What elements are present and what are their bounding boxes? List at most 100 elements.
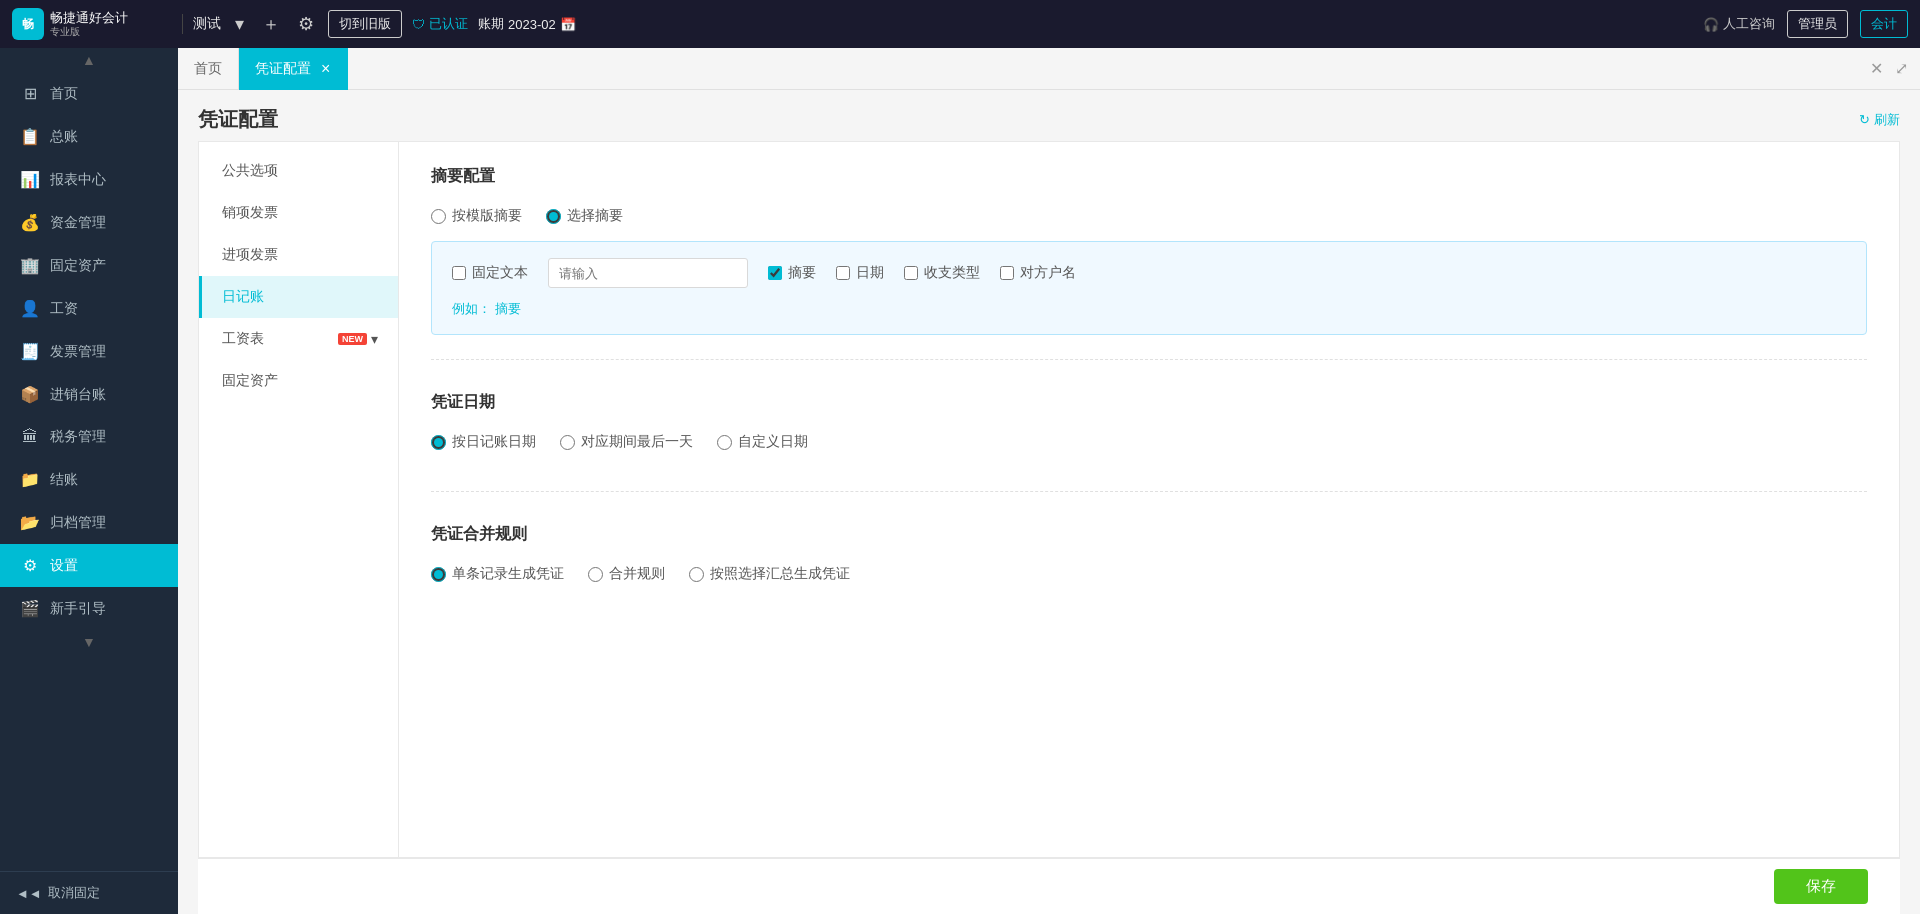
sidebar: ▲ ⊞ 首页 📋 总账 📊 报表中心 💰 资金管理 🏢 固定资产 [0,48,178,914]
workspace-dropdown-button[interactable]: ▾ [231,9,248,39]
sidebar-label-invoice: 发票管理 [50,343,106,361]
income-expense-checkbox[interactable] [904,266,918,280]
sidebar-scroll-down[interactable]: ▼ [0,630,178,654]
summary-section-title: 摘要配置 [431,166,1867,187]
tab-bar: 首页 凭证配置 × ✕ ⤢ [178,48,1920,90]
accountant-button[interactable]: 会计 [1860,10,1908,38]
refresh-button[interactable]: ↻ 刷新 [1859,111,1900,129]
merge-radio-summary[interactable]: 按照选择汇总生成凭证 [689,565,850,583]
summary-config-box: 固定文本 摘要 日期 [431,241,1867,335]
save-button[interactable]: 保存 [1774,869,1868,904]
tab-close-button[interactable]: × [319,61,332,77]
nav-item-sales-invoice[interactable]: 销项发票 [199,192,398,234]
summary-radio-select-input[interactable] [546,209,561,224]
tab-home[interactable]: 首页 [178,48,239,90]
summary-config-row: 固定文本 摘要 日期 [452,258,1846,288]
content-area: 首页 凭证配置 × ✕ ⤢ 凭证配置 ↻ 刷新 [178,48,1920,914]
date-checkbox-span: 日期 [856,264,884,282]
income-expense-span: 收支类型 [924,264,980,282]
sidebar-item-home[interactable]: ⊞ 首页 [0,72,178,115]
new-badge: NEW [338,333,367,345]
summary-radio-template[interactable]: 按模版摘要 [431,207,522,225]
merge-radio-single-input[interactable] [431,567,446,582]
logo-title: 畅捷通好会计 [50,10,128,26]
sidebar-item-reports[interactable]: 📊 报表中心 [0,158,178,201]
nav-item-journal[interactable]: 日记账 [199,276,398,318]
sidebar-item-tax[interactable]: 🏛 税务管理 [0,416,178,458]
date-radio-journal[interactable]: 按日记账日期 [431,433,536,451]
settings-button[interactable]: ⚙ [294,9,318,39]
top-right-area: 🎧 人工咨询 管理员 会计 [1703,10,1908,38]
sidebar-item-funds[interactable]: 💰 资金管理 [0,201,178,244]
summary-radio-template-input[interactable] [431,209,446,224]
date-radio-custom[interactable]: 自定义日期 [717,433,808,451]
tab-voucher-config[interactable]: 凭证配置 × [239,48,348,90]
logo-text: 畅捷通好会计 专业版 [50,10,128,38]
merge-radio-summary-label: 按照选择汇总生成凭证 [710,565,850,583]
calendar-icon[interactable]: 📅 [560,17,576,32]
date-checkbox[interactable] [836,266,850,280]
bottom-bar: 保存 [198,858,1900,914]
cancel-fixed-button[interactable]: ◄◄ 取消固定 [0,872,178,914]
nav-item-public[interactable]: 公共选项 [199,150,398,192]
date-checkbox-label[interactable]: 日期 [836,264,884,282]
sidebar-item-salary[interactable]: 👤 工资 [0,287,178,330]
merge-radio-single[interactable]: 单条记录生成凭证 [431,565,564,583]
payroll-extras: NEW ▾ [338,331,378,347]
tab-close-all-button[interactable]: ✕ [1866,55,1887,82]
date-radio-last-day[interactable]: 对应期间最后一天 [560,433,693,451]
tab-bar-right: ✕ ⤢ [1866,55,1920,82]
sidebar-item-settings[interactable]: ⚙ 设置 [0,544,178,587]
merge-radio-rules-input[interactable] [588,567,603,582]
date-radio-journal-input[interactable] [431,435,446,450]
date-radio-last-day-input[interactable] [560,435,575,450]
consult-button[interactable]: 🎧 人工咨询 [1703,15,1775,33]
fixed-text-checkbox[interactable] [452,266,466,280]
merge-section: 凭证合并规则 单条记录生成凭证 合并规则 [431,524,1867,623]
nav-item-purchase-invoice[interactable]: 进项发票 [199,234,398,276]
sidebar-label-sales: 进销台账 [50,386,106,404]
add-workspace-button[interactable]: ＋ [258,8,284,40]
date-radio-journal-label: 按日记账日期 [452,433,536,451]
sidebar-item-guide[interactable]: 🎬 新手引导 [0,587,178,630]
sidebar-scroll-up[interactable]: ▲ [0,48,178,72]
sidebar-item-ledger[interactable]: 📋 总账 [0,115,178,158]
sidebar-item-close[interactable]: 📁 结账 [0,458,178,501]
counterpart-checkbox[interactable] [1000,266,1014,280]
main-layout: 公共选项 销项发票 进项发票 日记账 工资表 NEW ▾ [198,141,1900,858]
page-title: 凭证配置 [198,106,278,133]
fixed-text-input[interactable] [548,258,748,288]
switch-old-button[interactable]: 切到旧版 [328,10,402,38]
sidebar-item-sales[interactable]: 📦 进销台账 [0,373,178,416]
tab-expand-button[interactable]: ⤢ [1891,55,1912,82]
summary-checkbox-span: 摘要 [788,264,816,282]
merge-radio-summary-input[interactable] [689,567,704,582]
payroll-arrow-icon: ▾ [371,331,378,347]
funds-icon: 💰 [20,213,40,232]
summary-radio-select[interactable]: 选择摘要 [546,207,623,225]
summary-checkbox-label[interactable]: 摘要 [768,264,816,282]
refresh-icon: ↻ [1859,112,1870,127]
sidebar-label-archive: 归档管理 [50,514,106,532]
sidebar-bottom: ◄◄ 取消固定 [0,871,178,914]
date-radio-custom-input[interactable] [717,435,732,450]
sidebar-label-home: 首页 [50,85,78,103]
sidebar-item-invoice[interactable]: 🧾 发票管理 [0,330,178,373]
merge-section-title: 凭证合并规则 [431,524,1867,545]
merge-radio-rules[interactable]: 合并规则 [588,565,665,583]
active-tab-label: 凭证配置 [255,60,311,78]
sidebar-item-archive[interactable]: 📂 归档管理 [0,501,178,544]
counterpart-checkbox-label[interactable]: 对方户名 [1000,264,1076,282]
tax-icon: 🏛 [20,428,40,446]
guide-icon: 🎬 [20,599,40,618]
summary-checkbox[interactable] [768,266,782,280]
income-expense-checkbox-label[interactable]: 收支类型 [904,264,980,282]
nav-item-fixed-assets[interactable]: 固定资产 [199,360,398,402]
close-period-icon: 📁 [20,470,40,489]
fixed-text-checkbox-label[interactable]: 固定文本 [452,264,528,282]
nav-item-payroll[interactable]: 工资表 NEW ▾ [199,318,398,360]
cancel-fixed-label: 取消固定 [48,884,100,902]
sidebar-item-fixed-assets[interactable]: 🏢 固定资产 [0,244,178,287]
manager-button[interactable]: 管理员 [1787,10,1848,38]
ledger-icon: 📋 [20,127,40,146]
